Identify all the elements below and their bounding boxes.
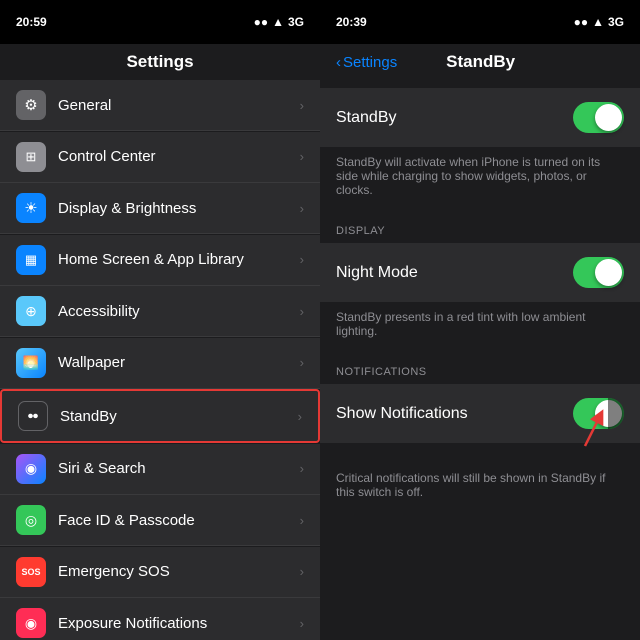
sos-icon: SOS <box>16 557 46 587</box>
settings-title: Settings <box>0 44 320 80</box>
right-panel: 20:39 ●● ▲ 3G ‹ Settings StandBy StandBy… <box>320 0 640 640</box>
right-time: 20:39 <box>336 15 367 29</box>
chevron-icon: › <box>300 616 304 631</box>
right-nav-title: StandBy <box>446 52 515 72</box>
right-nav: ‹ Settings StandBy <box>320 44 640 80</box>
control-center-icon: ⊞ <box>16 142 46 172</box>
standby-toggle-label: StandBy <box>336 109 396 127</box>
faceid-label: Face ID & Passcode <box>58 512 300 529</box>
right-signal-icon: ●● <box>574 15 589 29</box>
right-wifi-icon: ▲ <box>592 15 604 29</box>
siri-label: Siri & Search <box>58 460 300 477</box>
chevron-icon: › <box>298 409 302 424</box>
faceid-icon: ◎ <box>16 505 46 535</box>
show-notifications-label: Show Notifications <box>336 405 468 423</box>
show-notifications-description: Critical notifications will still be sho… <box>320 463 640 511</box>
home-screen-icon: ▦ <box>16 245 46 275</box>
night-mode-toggle[interactable] <box>573 257 624 288</box>
right-content: StandBy StandBy will activate when iPhon… <box>320 80 640 640</box>
chevron-icon: › <box>300 355 304 370</box>
left-panel: 20:59 ●● ▲ 3G Settings ⚙ General › ⊞ Con… <box>0 0 320 640</box>
chevron-icon: › <box>300 461 304 476</box>
chevron-icon: › <box>300 304 304 319</box>
display-icon: ☀ <box>16 193 46 223</box>
back-button[interactable]: ‹ Settings <box>336 54 397 71</box>
chevron-icon: › <box>300 149 304 164</box>
siri-icon: ◉ <box>16 454 46 484</box>
chevron-icon: › <box>300 252 304 267</box>
settings-item-general[interactable]: ⚙ General › <box>0 80 320 131</box>
right-battery-label: 3G <box>608 15 624 29</box>
right-status-icons: ●● ▲ 3G <box>574 15 624 29</box>
night-mode-toggle-knob <box>595 259 622 286</box>
signal-icon: ●● <box>254 15 269 29</box>
chevron-icon: › <box>300 98 304 113</box>
settings-item-control-center[interactable]: ⊞ Control Center › <box>0 132 320 183</box>
wallpaper-icon: 🌅 <box>16 348 46 378</box>
standby-toggle-knob <box>595 104 622 131</box>
back-chevron-icon: ‹ <box>336 54 341 71</box>
standby-icon: ⏺⏺ <box>18 401 48 431</box>
accessibility-icon: ⊕ <box>16 296 46 326</box>
standby-label: StandBy <box>60 408 298 425</box>
settings-item-accessibility[interactable]: ⊕ Accessibility › <box>0 286 320 337</box>
back-label: Settings <box>343 54 397 71</box>
standby-toggle-row[interactable]: StandBy <box>320 88 640 147</box>
control-center-label: Control Center <box>58 148 300 165</box>
settings-item-wallpaper[interactable]: 🌅 Wallpaper › <box>0 338 320 389</box>
settings-list: ⚙ General › ⊞ Control Center › ☀ Display… <box>0 80 320 640</box>
right-status-bar: 20:39 ●● ▲ 3G <box>320 0 640 44</box>
accessibility-label: Accessibility <box>58 303 300 320</box>
night-mode-row[interactable]: Night Mode <box>320 243 640 302</box>
settings-item-home-screen[interactable]: ▦ Home Screen & App Library › <box>0 235 320 286</box>
exposure-icon: ◉ <box>16 608 46 638</box>
chevron-icon: › <box>300 201 304 216</box>
settings-item-faceid[interactable]: ◎ Face ID & Passcode › <box>0 495 320 546</box>
left-time: 20:59 <box>16 15 47 29</box>
battery-label: 3G <box>288 15 304 29</box>
wifi-icon: ▲ <box>272 15 284 29</box>
settings-item-siri[interactable]: ◉ Siri & Search › <box>0 444 320 495</box>
general-label: General <box>58 97 300 114</box>
notifications-section-header: NOTIFICATIONS <box>320 350 640 384</box>
display-section-header: DISPLAY <box>320 209 640 243</box>
chevron-icon: › <box>300 564 304 579</box>
night-mode-description: StandBy presents in a red tint with low … <box>320 302 640 350</box>
standby-toggle[interactable] <box>573 102 624 133</box>
sos-label: Emergency SOS <box>58 563 300 580</box>
display-label: Display & Brightness <box>58 200 300 217</box>
night-mode-label: Night Mode <box>336 264 418 282</box>
general-icon: ⚙ <box>16 90 46 120</box>
settings-item-display[interactable]: ☀ Display & Brightness › <box>0 183 320 234</box>
settings-item-sos[interactable]: SOS Emergency SOS › <box>0 547 320 598</box>
settings-item-standby[interactable]: ⏺⏺ StandBy › <box>0 389 320 443</box>
arrow-annotation <box>560 406 610 461</box>
home-screen-label: Home Screen & App Library <box>58 251 300 268</box>
chevron-icon: › <box>300 513 304 528</box>
standby-description: StandBy will activate when iPhone is tur… <box>320 147 640 209</box>
settings-item-exposure[interactable]: ◉ Exposure Notifications › <box>0 598 320 640</box>
exposure-label: Exposure Notifications <box>58 615 300 632</box>
wallpaper-label: Wallpaper <box>58 354 300 371</box>
left-status-bar: 20:59 ●● ▲ 3G <box>0 0 320 44</box>
left-status-icons: ●● ▲ 3G <box>254 15 304 29</box>
